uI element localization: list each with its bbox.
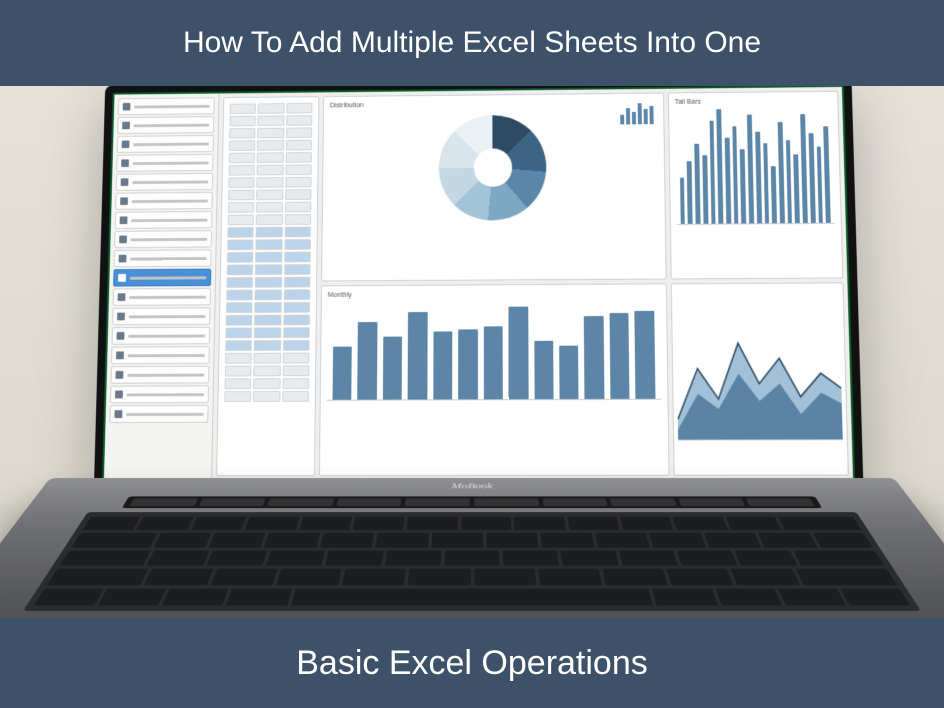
doc-icon [119,236,127,244]
sidebar-item[interactable] [116,154,213,172]
table-row [229,164,312,175]
sidebar-item[interactable] [117,135,214,153]
table-row [230,103,313,114]
sidebar-item[interactable] [112,307,210,325]
table-row-highlight [226,289,310,300]
table-row [228,202,311,213]
doc-icon [117,313,125,321]
laptop-base: MoBook [0,478,944,630]
table-row-highlight [227,252,311,263]
doc-icon [121,159,129,167]
table-row [228,189,311,200]
doc-icon [116,351,124,359]
doc-icon [115,371,123,379]
table-row [229,115,312,126]
sidebar-item[interactable] [113,288,211,306]
sidebar-item[interactable] [109,405,208,423]
dashboard-main: Distribution Tall Bars Monthly [212,87,853,480]
pie-chart-title: Distribution [330,99,657,109]
table-row-highlight [227,227,311,238]
title-bottom-text: Basic Excel Operations [296,644,648,683]
doc-icon [119,255,127,263]
table-row [229,140,312,151]
doc-icon [118,293,126,301]
title-top-text: How To Add Multiple Excel Sheets Into On… [183,26,761,60]
doc-icon [122,141,130,149]
sidebar-item[interactable] [115,211,213,229]
sidebar-item[interactable] [112,327,211,345]
laptop-screen: Distribution Tall Bars Monthly [102,85,855,482]
laptop-illustration: Distribution Tall Bars Monthly [50,60,894,680]
table-row [225,353,309,364]
laptop-touchbar [122,496,822,508]
laptop-brand-label: MoBook [40,482,904,491]
sidebar-item[interactable] [118,97,215,115]
sidebar-item-active[interactable] [113,269,211,287]
sidebar-item[interactable] [111,346,210,364]
table-row [229,127,312,138]
data-table-panel [216,96,319,476]
table-row-highlight [226,327,310,338]
sidebar-item[interactable] [110,385,209,403]
sidebar-item[interactable] [116,173,213,191]
table-row-highlight [227,264,311,275]
area-chart-panel [670,282,848,475]
doc-icon [121,178,129,186]
table-row [228,214,312,225]
tall-bars-panel: Tall Bars [668,91,844,280]
doc-icon [120,197,128,205]
mini-bar-cluster [620,101,654,124]
sidebar-item[interactable] [110,366,209,384]
sidebar-item[interactable] [117,116,214,134]
table-row-highlight [225,340,309,351]
sidebar-item[interactable] [114,230,212,248]
sidebar-item[interactable] [115,192,213,210]
doc-icon [122,122,130,130]
pie-chart [439,115,547,221]
table-row [224,391,309,402]
table-row [228,177,311,188]
pie-chart-panel: Distribution [321,93,666,282]
area-chart [675,287,843,470]
table-row-highlight [226,277,310,288]
monthly-bars-panel: Monthly [319,283,669,476]
tall-bars-title: Tall Bars [675,98,832,106]
doc-icon [115,391,123,399]
doc-icon [117,332,125,340]
doc-icon [123,103,131,111]
laptop-screen-frame: Distribution Tall Bars Monthly [94,77,864,490]
table-row-highlight [226,302,310,313]
table-row [225,378,310,389]
doc-icon [120,216,128,224]
sidebar-item[interactable] [114,249,212,267]
monthly-bars-chart [327,301,662,401]
monthly-bars-title: Monthly [328,290,660,299]
title-banner-top: How To Add Multiple Excel Sheets Into On… [0,0,944,86]
table-row-highlight [226,315,310,326]
table-row-highlight [227,239,311,250]
doc-icon [118,274,126,282]
tall-bars-chart [675,108,835,225]
doc-icon [114,410,122,418]
table-row [229,152,312,163]
table-row [225,365,309,376]
laptop-keyboard [23,512,921,611]
title-banner-bottom: Basic Excel Operations [0,618,944,708]
excel-dashboard: Distribution Tall Bars Monthly [104,87,853,480]
dashboard-sidebar [104,93,220,480]
